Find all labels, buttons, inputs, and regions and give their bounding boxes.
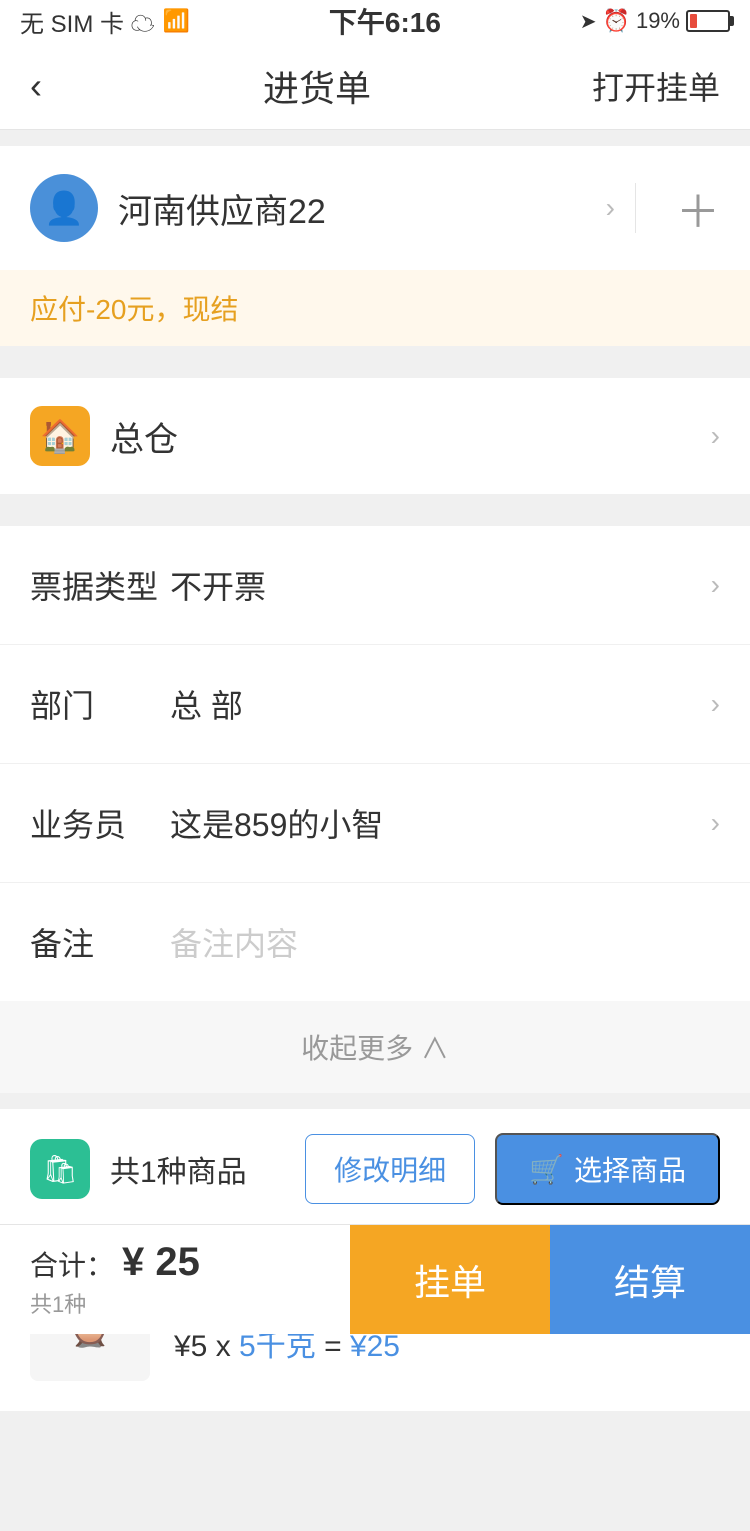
department-value: 总 部 — [170, 681, 711, 727]
wifi-icon: 📶 — [163, 8, 190, 34]
remark-row[interactable]: 备注 备注内容 — [0, 883, 750, 1001]
status-time: 下午6:16 — [329, 1, 441, 41]
total-sub: 共1种 — [30, 1287, 320, 1319]
supplier-row[interactable]: 👤 河南供应商22 › ＋ — [0, 146, 750, 270]
warehouse-row[interactable]: 🏠 总仓 › — [0, 378, 750, 494]
supplier-section: 👤 河南供应商22 › ＋ 应付-20元，现结 — [0, 146, 750, 346]
checkout-button[interactable]: 结算 — [550, 1225, 750, 1334]
department-label: 部门 — [30, 681, 170, 727]
shopping-bag-icon: 🛍 — [42, 1153, 78, 1186]
total-amount: ¥ 25 — [122, 1240, 200, 1285]
divider — [635, 183, 636, 233]
location-icon: ➤ — [580, 9, 597, 34]
department-row[interactable]: 部门 总 部 › — [0, 645, 750, 764]
price-text: ¥5 x — [174, 1330, 239, 1363]
total-text: ¥25 — [350, 1330, 400, 1363]
open-pending-button[interactable]: 打开挂单 — [592, 63, 720, 109]
salesperson-label: 业务员 — [30, 800, 170, 846]
status-bar: 无 SIM 卡 ☁ 📶 下午6:16 ➤ ⏰ 19% — [0, 0, 750, 42]
footer: 合计： ¥ 25 共1种 挂单 结算 — [0, 1224, 750, 1334]
total-label: 合计： — [30, 1244, 114, 1284]
warehouse-name: 总仓 — [110, 412, 711, 461]
salesperson-row[interactable]: 业务员 这是859的小智 › — [0, 764, 750, 883]
hang-order-button[interactable]: 挂单 — [350, 1225, 550, 1334]
battery-percent: 19% — [636, 8, 680, 34]
payment-notice: 应付-20元，现结 — [0, 270, 750, 346]
salesperson-value: 这是859的小智 — [170, 800, 711, 846]
remark-label: 备注 — [30, 919, 170, 965]
battery-icon — [686, 10, 730, 32]
chevron-right-icon: › — [711, 688, 720, 720]
status-right: ➤ ⏰ 19% — [580, 8, 730, 34]
qty-text: 5千克 — [239, 1330, 316, 1363]
separator-2 — [0, 362, 750, 378]
form-section: 票据类型 不开票 › 部门 总 部 › 业务员 这是859的小智 › 备注 备注… — [0, 526, 750, 1001]
add-icon[interactable]: ＋ — [676, 176, 720, 240]
supplier-name: 河南供应商22 — [118, 184, 606, 233]
remark-value: 备注内容 — [170, 919, 720, 965]
separator-3 — [0, 510, 750, 526]
invoice-type-value: 不开票 — [170, 562, 711, 608]
separator-1 — [0, 130, 750, 146]
chevron-right-icon: › — [606, 192, 615, 224]
product-icon: 🛍 — [30, 1139, 90, 1199]
equals-text: = — [316, 1330, 350, 1363]
cart-icon: 🛒 — [529, 1153, 564, 1186]
modify-detail-button[interactable]: 修改明细 — [305, 1134, 475, 1204]
back-button[interactable]: ‹ — [30, 65, 42, 107]
chevron-right-icon: › — [711, 807, 720, 839]
battery-fill — [690, 14, 697, 28]
status-left: 无 SIM 卡 ☁ 📶 — [20, 4, 190, 39]
warehouse-icon: 🏠 — [30, 406, 90, 466]
chevron-right-icon: › — [711, 569, 720, 601]
footer-total: 合计： ¥ 25 共1种 — [0, 1225, 350, 1334]
select-product-button[interactable]: 🛒 选择商品 — [495, 1133, 720, 1205]
page-title: 进货单 — [263, 60, 371, 112]
chevron-right-icon: › — [711, 420, 720, 452]
invoice-type-row[interactable]: 票据类型 不开票 › — [0, 526, 750, 645]
sim-label: 无 SIM 卡 ☁ — [20, 4, 155, 39]
avatar: 👤 — [30, 174, 98, 242]
avatar-icon: 👤 — [44, 189, 84, 227]
home-icon: 🏠 — [40, 417, 80, 455]
collapse-toggle[interactable]: 收起更多 ∧ — [0, 1001, 750, 1093]
footer-spacer — [0, 1411, 750, 1531]
product-header: 🛍 共1种商品 修改明细 🛒 选择商品 — [0, 1109, 750, 1229]
alarm-icon: ⏰ — [603, 8, 630, 34]
nav-bar: ‹ 进货单 打开挂单 — [0, 42, 750, 130]
total-label-row: 合计： ¥ 25 — [30, 1240, 320, 1285]
invoice-type-label: 票据类型 — [30, 562, 170, 608]
product-count: 共1种商品 — [110, 1147, 285, 1191]
